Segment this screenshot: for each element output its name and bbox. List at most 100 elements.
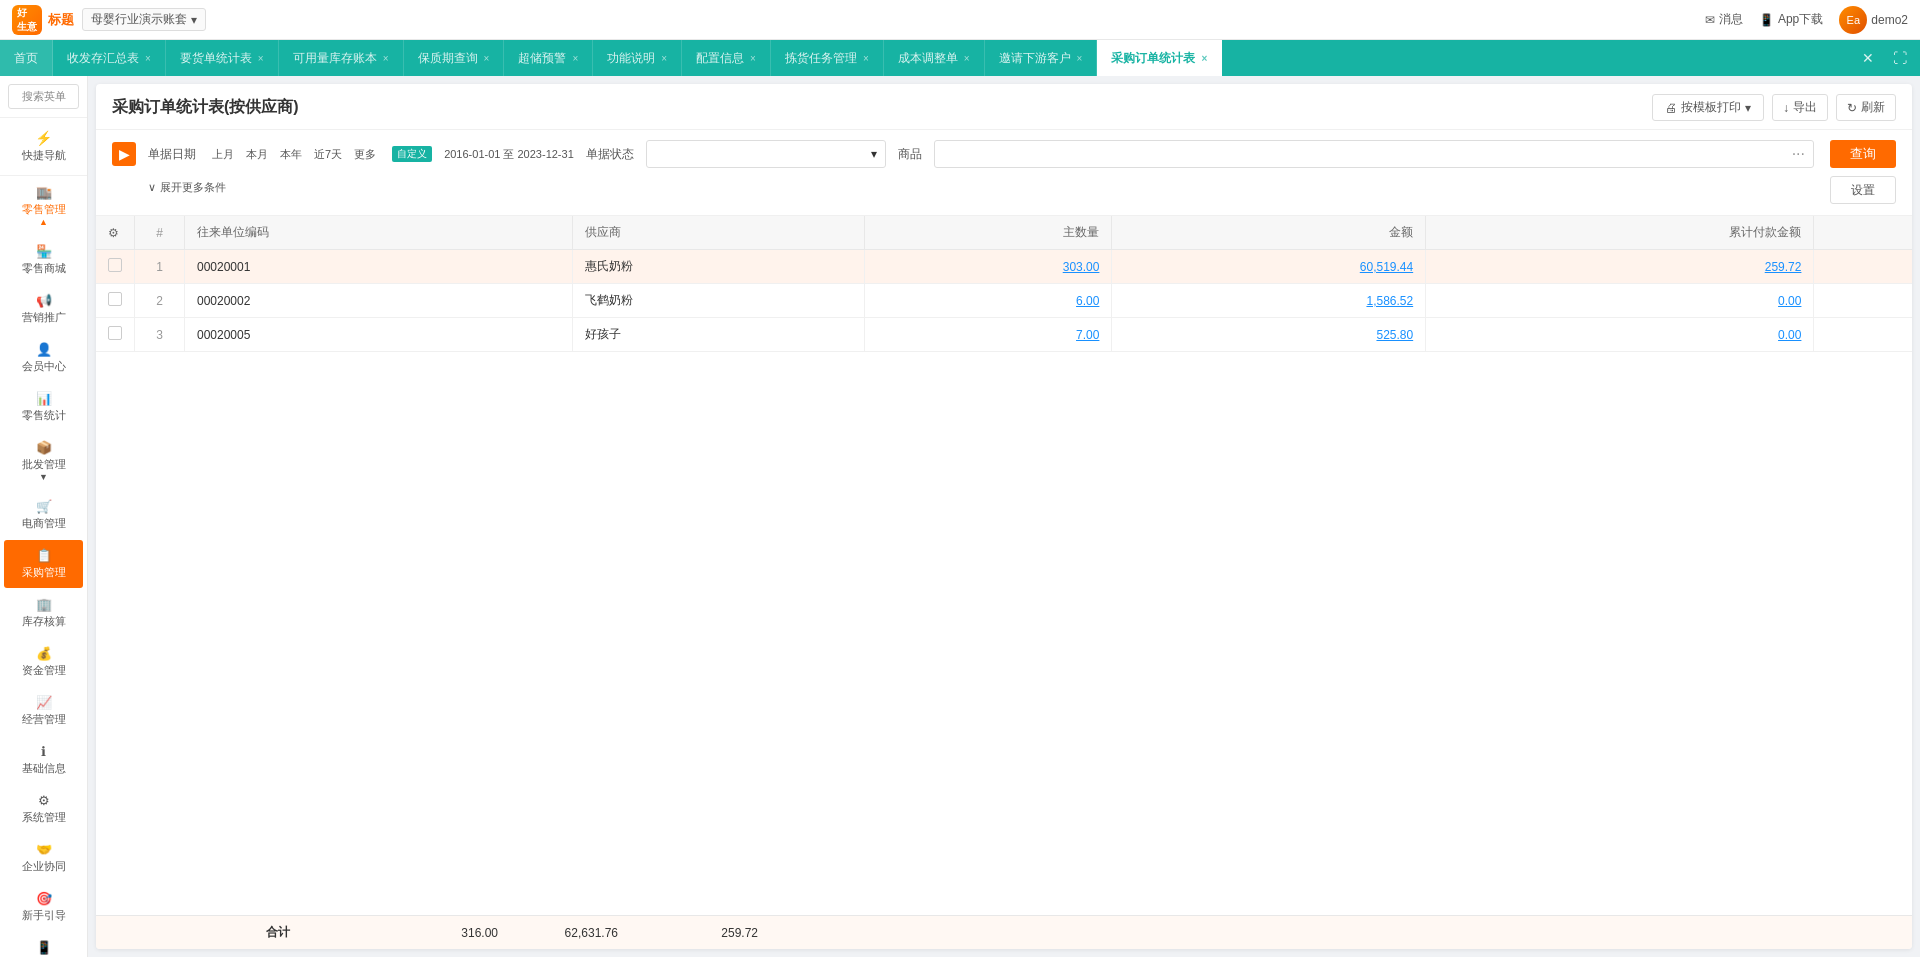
print-dropdown-icon: ▾ [1745,101,1751,115]
td-paid-amount-2: 0.00 [1426,284,1814,318]
system-mgmt-label: 系统管理 [22,810,66,825]
refresh-icon: ↻ [1847,101,1857,115]
tab-receive-summary-label: 收发存汇总表 [67,50,139,67]
tab-shelf-life-close[interactable]: × [484,53,490,64]
query-btn[interactable]: 查询 [1830,140,1896,168]
tab-maximize-btn[interactable]: ⛶ [1888,46,1912,70]
tab-invite-downstream[interactable]: 邀请下游客户 × [985,40,1098,76]
tab-cost-adjust[interactable]: 成本调整单 × [884,40,985,76]
tab-close-all-btn[interactable]: ✕ [1856,46,1880,70]
new-guide-label: 新手引导 [22,908,66,923]
goods-input[interactable]: ··· [934,140,1814,168]
status-label: 单据状态 [586,146,634,163]
sidebar-item-retail-mgmt[interactable]: 🏬 零售管理 ▲ [4,177,83,235]
sidebar-item-finance-mgmt[interactable]: 💰 资金管理 [4,638,83,686]
amount-link-3[interactable]: 525.80 [1376,328,1413,342]
table-container: ⚙ # 往来单位编码 供应商 主数量 金额 累计付款金额 [96,216,1912,915]
column-settings-icon[interactable]: ⚙ [108,226,119,240]
tab-function-desc[interactable]: 功能说明 × [593,40,682,76]
tab-purchase-stats[interactable]: 采购订单统计表 × [1097,40,1222,76]
table-header-row: ⚙ # 往来单位编码 供应商 主数量 金额 累计付款金额 [96,216,1912,250]
tab-pick-task-close[interactable]: × [863,53,869,64]
tab-shelf-life[interactable]: 保质期查询 × [404,40,505,76]
date-shortcut-last-month[interactable]: 上月 [208,146,238,163]
app-center-icon: 📱 [36,940,52,955]
date-tag: 自定义 [392,146,432,162]
goods-search-icon[interactable]: ··· [1792,145,1805,163]
tab-overstock[interactable]: 超储预警 × [504,40,593,76]
sidebar-item-enterprise-collab[interactable]: 🤝 企业协同 [4,834,83,882]
sidebar-item-retail-stats[interactable]: 📊 零售统计 [4,383,83,431]
sidebar-item-member-center[interactable]: 👤 会员中心 [4,334,83,382]
th-paid-amount: 累计付款金额 [1426,216,1814,250]
refresh-btn[interactable]: ↻ 刷新 [1836,94,1896,121]
user-area[interactable]: Ea demo2 [1839,6,1908,34]
goods-label: 商品 [898,146,922,163]
sidebar-item-ecommerce-mgmt[interactable]: 🛒 电商管理 [4,491,83,539]
td-partner-code-1: 00020001 [185,250,573,284]
sidebar-item-stock-check[interactable]: 🏢 库存核算 [4,589,83,637]
message-btn[interactable]: ✉ 消息 [1705,11,1743,28]
sidebar-item-purchase-mgmt[interactable]: 📋 采购管理 [4,540,83,588]
footer-paid-amount: 259.72 [618,926,758,940]
tab-overstock-close[interactable]: × [572,53,578,64]
checkbox-2[interactable] [108,292,122,306]
wholesale-mgmt-icon: 📦 [36,440,52,455]
tab-receive-summary[interactable]: 收发存汇总表 × [53,40,166,76]
sidebar-item-quick-nav[interactable]: ⚡ 快捷导航 [4,124,83,169]
sidebar-item-operations-mgmt[interactable]: 📈 经营管理 [4,687,83,735]
date-label: 单据日期 [148,146,196,163]
expand-more-btn[interactable]: ∨ 展开更多条件 [148,176,226,199]
sidebar-item-new-guide[interactable]: 🎯 新手引导 [4,883,83,931]
checkbox-3[interactable] [108,326,122,340]
date-shortcut-this-year[interactable]: 本年 [276,146,306,163]
member-center-icon: 👤 [36,342,52,357]
tab-goods-stats-close[interactable]: × [258,53,264,64]
tab-function-desc-close[interactable]: × [661,53,667,64]
paid-amount-link-2[interactable]: 0.00 [1778,294,1801,308]
sidebar-item-retail-shop[interactable]: 🏪 零售商城 [4,236,83,284]
top-bar: 好生意 标题 母婴行业演示账套 ▾ ✉ 消息 📱 App下载 Ea demo2 [0,0,1920,40]
status-select[interactable]: ▾ [646,140,886,168]
tab-receive-summary-close[interactable]: × [145,53,151,64]
workspace-selector[interactable]: 母婴行业演示账套 ▾ [82,8,206,31]
wholesale-mgmt-arrow: ▼ [39,472,48,482]
sidebar-item-app-center[interactable]: 📱 应用中心 [4,932,83,957]
tab-home[interactable]: 首页 [0,40,53,76]
tab-available-stock[interactable]: 可用量库存账本 × [279,40,404,76]
paid-amount-link-1[interactable]: 259.72 [1765,260,1802,274]
paid-amount-link-3[interactable]: 0.00 [1778,328,1801,342]
enterprise-collab-icon: 🤝 [36,842,52,857]
main-qty-link-3[interactable]: 7.00 [1076,328,1099,342]
tab-config-info-close[interactable]: × [750,53,756,64]
tab-purchase-stats-close[interactable]: × [1201,53,1207,64]
app-download-btn[interactable]: 📱 App下载 [1759,11,1823,28]
export-btn[interactable]: ↓ 导出 [1772,94,1828,121]
date-shortcut-7days[interactable]: 近7天 [310,146,346,163]
tab-config-info[interactable]: 配置信息 × [682,40,771,76]
sidebar-item-wholesale-mgmt[interactable]: 📦 批发管理 ▼ [4,432,83,490]
tab-available-stock-close[interactable]: × [383,53,389,64]
retail-mgmt-label: 零售管理 [22,202,66,217]
main-qty-link-1[interactable]: 303.00 [1063,260,1100,274]
amount-link-2[interactable]: 1,586.52 [1366,294,1413,308]
sidebar-item-basic-info[interactable]: ℹ 基础信息 [4,736,83,784]
sidebar-item-marketing[interactable]: 📢 营销推广 [4,285,83,333]
tab-goods-stats[interactable]: 要货单统计表 × [166,40,279,76]
expand-label: 展开更多条件 [160,180,226,195]
print-btn[interactable]: 🖨 按模板打印 ▾ [1652,94,1764,121]
table-row: 2 00020002 飞鹤奶粉 6.00 1,586.52 0.00 [96,284,1912,318]
checkbox-1[interactable] [108,258,122,272]
filter-toggle-btn[interactable]: ▶ [112,142,136,166]
tab-cost-adjust-close[interactable]: × [964,53,970,64]
filter-row-expand: ∨ 展开更多条件 [112,176,1814,199]
search-menu-btn[interactable]: 搜索英单 [8,84,79,109]
settings-btn[interactable]: 设置 [1830,176,1896,204]
date-shortcut-more[interactable]: 更多 [350,146,380,163]
tab-invite-downstream-close[interactable]: × [1077,53,1083,64]
amount-link-1[interactable]: 60,519.44 [1360,260,1413,274]
sidebar-item-system-mgmt[interactable]: ⚙ 系统管理 [4,785,83,833]
date-shortcut-this-month[interactable]: 本月 [242,146,272,163]
tab-pick-task[interactable]: 拣货任务管理 × [771,40,884,76]
main-qty-link-2[interactable]: 6.00 [1076,294,1099,308]
